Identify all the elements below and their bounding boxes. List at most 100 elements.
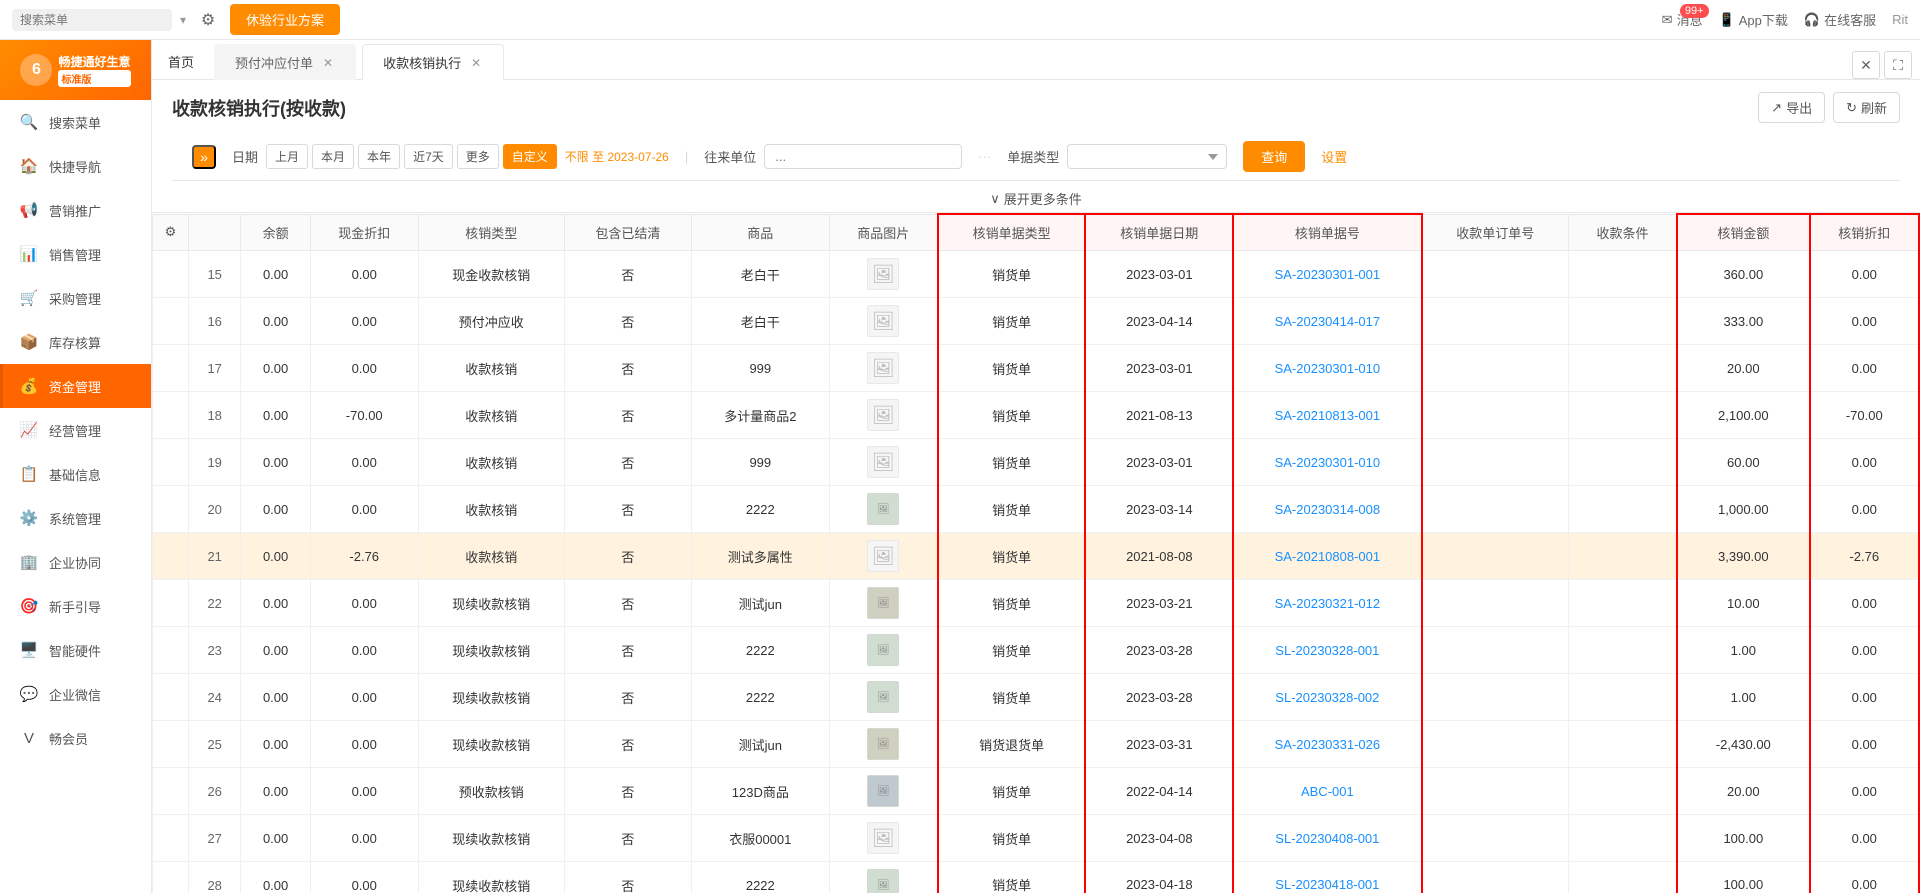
doc-no-link[interactable]: SA-20230321-012 [1275,596,1381,611]
th-writeoff-type: 核销类型 [418,214,564,251]
sidebar-label-purchase: 采购管理 [49,289,101,308]
cell-doc-type: 销货单 [938,439,1086,486]
expand-conditions-btn[interactable]: ∨ 展开更多条件 [990,185,1082,212]
sidebar-item-wechat[interactable]: 💬 企业微信 [0,672,151,716]
cell-doc-date: 2023-04-14 [1085,298,1233,345]
cell-goods-img: 🖼 [829,298,938,345]
online-service-btn[interactable]: 🎧 在线客服 [1804,10,1876,29]
sidebar-item-member[interactable]: V 畅会员 [0,716,151,760]
cell-writeoff-type: 现续收款核销 [418,674,564,721]
sidebar-item-marketing[interactable]: 📢 营销推广 [0,188,151,232]
cell-writeoff-discount: -70.00 [1810,392,1919,439]
sidebar-item-capital[interactable]: 💰 资金管理 [0,364,151,408]
sidebar-label-system: 系统管理 [49,509,101,528]
doc-no-link[interactable]: SL-20230328-002 [1275,690,1379,705]
cell-include-settled: 否 [564,862,691,893]
cell-writeoff-type: 现金收款核销 [418,251,564,298]
goods-thumb: 🖼 [867,493,899,525]
cell-doc-no: SA-20230321-012 [1233,580,1421,627]
doc-no-link[interactable]: SA-20230414-017 [1275,314,1381,329]
cell-goods-img: 🖼 [829,815,938,862]
doc-no-link[interactable]: SA-20230301-010 [1275,361,1381,376]
system-icon: ⚙️ [19,508,39,528]
app-download-btn[interactable]: 📱 App下载 [1719,10,1788,29]
doc-type-select[interactable] [1067,144,1227,169]
sidebar-item-guide[interactable]: 🎯 新手引导 [0,584,151,628]
breadcrumb-input[interactable] [12,9,172,31]
cell-settings [153,815,189,862]
sidebar-item-smart-hw[interactable]: 🖥️ 智能硬件 [0,628,151,672]
doc-no-link[interactable]: SA-20230301-001 [1275,267,1381,282]
tab-fullscreen-btn[interactable]: ⛶ [1884,51,1912,79]
cell-include-settled: 否 [564,345,691,392]
cell-cash-discount: 0.00 [310,674,418,721]
search-btn[interactable]: 查询 [1243,141,1305,172]
cell-goods: 测试jun [691,721,829,768]
tab-collection[interactable]: 收款核销执行 ✕ [362,44,504,80]
tab-prepay-close[interactable]: ✕ [321,54,335,72]
cell-seq: 27 [189,815,241,862]
sidebar-item-company[interactable]: 🏢 企业协同 [0,540,151,584]
sidebar-item-sales[interactable]: 📊 销售管理 [0,232,151,276]
doc-no-link[interactable]: SL-20230328-001 [1275,643,1379,658]
sidebar-item-purchase[interactable]: 🛒 采购管理 [0,276,151,320]
tab-collection-close[interactable]: ✕ [469,54,483,72]
date-btn-custom[interactable]: 自定义 [503,144,557,169]
gear-button[interactable]: ⚙ [194,6,222,34]
doc-no-link[interactable]: SA-20210808-001 [1275,549,1381,564]
cell-receipt-order-no [1422,533,1569,580]
th-settings[interactable]: ⚙ [153,214,189,251]
sidebar-item-search[interactable]: 🔍 搜索菜单 [0,100,151,144]
tab-prepay[interactable]: 预付冲应付单 ✕ [214,44,356,80]
date-btn-7days[interactable]: 近7天 [404,144,453,169]
party-label: 往来单位 [704,147,756,166]
sidebar-item-system[interactable]: ⚙️ 系统管理 [0,496,151,540]
table-row: 270.000.00现续收款核销否衣服00001🖼销货单2023-04-08SL… [153,815,1920,862]
doc-no-link[interactable]: SL-20230418-001 [1275,877,1379,892]
date-btn-this-year[interactable]: 本年 [358,144,400,169]
doc-no-link[interactable]: SA-20210813-001 [1275,408,1381,423]
table-wrapper[interactable]: ⚙ 余额 现金折扣 核销类型 包含已结清 商品 商品图片 核销单据类型 核销单据… [152,213,1920,893]
sidebar-item-operation[interactable]: 📈 经营管理 [0,408,151,452]
party-input[interactable] [764,144,962,169]
tab-close-all-btn[interactable]: ✕ [1852,51,1880,79]
cell-writeoff-amount: 333.00 [1677,298,1809,345]
cell-receipt-condition [1569,251,1678,298]
cell-doc-date: 2023-03-31 [1085,721,1233,768]
sidebar-item-quick-nav[interactable]: 🏠 快捷导航 [0,144,151,188]
th-writeoff-amount: 核销金额 [1677,214,1809,251]
sidebar: 6 畅捷通好生意 标准版 🔍 搜索菜单 🏠 快捷导航 📢 营销推广 📊 销售管理 [0,40,152,893]
cell-goods: 2222 [691,627,829,674]
settings-link[interactable]: 设置 [1321,147,1347,166]
message-count: 99+ [1680,4,1709,18]
cell-receipt-order-no [1422,815,1569,862]
cell-doc-date: 2023-03-28 [1085,674,1233,721]
sidebar-item-basic-info[interactable]: 📋 基础信息 [0,452,151,496]
doc-no-link[interactable]: SL-20230408-001 [1275,831,1379,846]
doc-no-link[interactable]: SA-20230314-008 [1275,502,1381,517]
cell-seq: 21 [189,533,241,580]
cell-balance: 0.00 [241,721,310,768]
filter-toggle-btn[interactable]: » [192,145,216,169]
th-include-settled: 包含已结清 [564,214,691,251]
doc-no-link[interactable]: SA-20230331-026 [1275,737,1381,752]
cell-doc-date: 2023-03-01 [1085,439,1233,486]
date-btn-more[interactable]: 更多 [457,144,499,169]
cell-goods: 老白干 [691,251,829,298]
export-btn[interactable]: ↗ 导出 [1758,92,1825,123]
refresh-btn[interactable]: ↻ 刷新 [1833,92,1900,123]
sidebar-label-operation: 经营管理 [49,421,101,440]
date-btn-this-month[interactable]: 本月 [312,144,354,169]
sidebar-item-inventory[interactable]: 📦 库存核算 [0,320,151,364]
separator2: ··· [978,149,991,164]
table-body: 150.000.00现金收款核销否老白干🖼销货单2023-03-01SA-202… [153,251,1920,893]
industry-btn[interactable]: 休验行业方案 [230,4,340,35]
cell-settings [153,439,189,486]
doc-no-link[interactable]: ABC-001 [1301,784,1354,799]
tab-home[interactable]: 首页 [152,43,210,79]
top-bar-left: ▾ ⚙ 休验行业方案 [12,4,1650,35]
message-btn[interactable]: ✉ 消息 99+ [1662,10,1703,29]
date-btn-last-month[interactable]: 上月 [266,144,308,169]
doc-no-link[interactable]: SA-20230301-010 [1275,455,1381,470]
cell-goods-img: 🖼 [829,862,938,893]
